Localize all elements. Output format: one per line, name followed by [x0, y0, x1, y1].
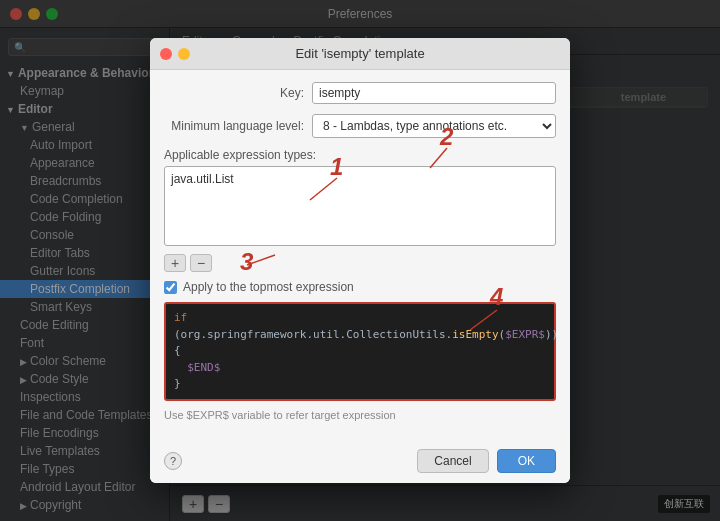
modal-title-buttons	[160, 48, 190, 60]
modal-overlay: Edit 'isempty' template Key: Minimum lan…	[0, 0, 720, 521]
help-text: Use $EXPR$ variable to refer target expr…	[164, 409, 556, 421]
code-var-end: $END$	[187, 361, 220, 374]
key-label: Key:	[164, 86, 304, 100]
cancel-button[interactable]: Cancel	[417, 449, 488, 473]
applicable-types-section: Applicable expression types: java.util.L…	[164, 148, 556, 272]
modal-title-bar: Edit 'isempty' template	[150, 38, 570, 70]
min-language-select[interactable]: 8 - Lambdas, type annotations etc.	[312, 114, 556, 138]
edit-template-modal: Edit 'isempty' template Key: Minimum lan…	[150, 38, 570, 483]
code-method: isEmpty	[452, 328, 498, 341]
modal-footer-buttons: Cancel OK	[417, 449, 556, 473]
min-language-label: Minimum language level:	[164, 119, 304, 133]
code-var-expr: $EXPR$	[505, 328, 545, 341]
code-editor[interactable]: if (org.springframework.util.CollectionU…	[164, 302, 556, 401]
remove-type-btn[interactable]: −	[190, 254, 212, 272]
key-row: Key:	[164, 82, 556, 104]
list-toolbar: + −	[164, 254, 556, 272]
modal-footer: ? Cancel OK	[150, 443, 570, 483]
applicable-types-label: Applicable expression types:	[164, 148, 556, 162]
modal-min-btn[interactable]	[178, 48, 190, 60]
apply-label: Apply to the topmost expression	[183, 280, 354, 294]
code-keyword-if: if	[174, 311, 187, 324]
help-button[interactable]: ?	[164, 452, 182, 470]
modal-title: Edit 'isempty' template	[295, 46, 424, 61]
apply-row: Apply to the topmost expression	[164, 280, 556, 294]
expr-type-item[interactable]: java.util.List	[169, 171, 551, 187]
preferences-window: Preferences 🔍 ▼Appearance & Behavior Key…	[0, 0, 720, 521]
modal-body: Key: Minimum language level: 8 - Lambdas…	[150, 70, 570, 443]
modal-close-btn[interactable]	[160, 48, 172, 60]
key-input[interactable]	[312, 82, 556, 104]
ok-button[interactable]: OK	[497, 449, 556, 473]
min-language-row: Minimum language level: 8 - Lambdas, typ…	[164, 114, 556, 138]
add-type-btn[interactable]: +	[164, 254, 186, 272]
expr-types-list[interactable]: java.util.List	[164, 166, 556, 246]
apply-checkbox[interactable]	[164, 281, 177, 294]
